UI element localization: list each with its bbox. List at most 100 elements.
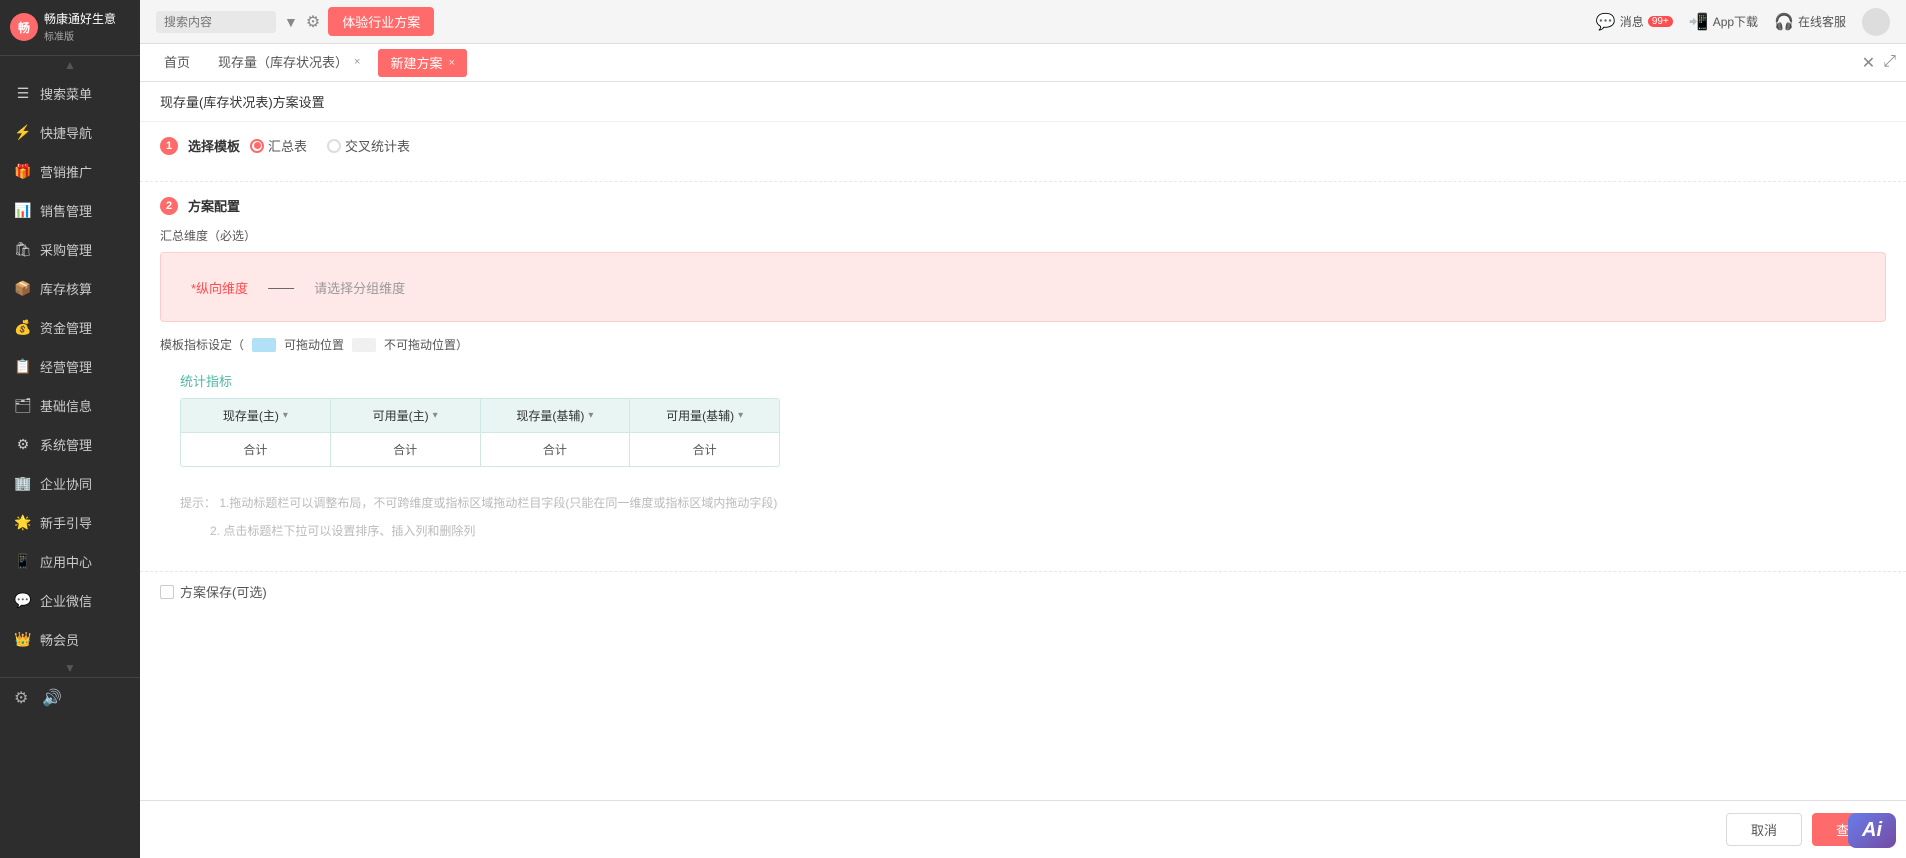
tab-inventory-close[interactable]: × — [354, 56, 360, 68]
sidebar-scroll-up[interactable]: ▲ — [0, 56, 140, 74]
save-option-row: 方案保存(可选) — [140, 572, 1906, 611]
stats-data-3: 合计 — [630, 432, 779, 466]
tab-new-plan-close[interactable]: × — [448, 57, 454, 69]
stats-col-2[interactable]: 现存量(基辅) ▾ — [481, 399, 631, 432]
step2-title: 方案配置 — [188, 196, 240, 215]
sidebar-item-label: 快捷导航 — [40, 123, 92, 142]
newbie-icon: 🌟 — [14, 513, 32, 531]
topbar-gear-icon[interactable]: ⚙ — [306, 12, 320, 32]
sidebar-item-label: 企业微信 — [40, 591, 92, 610]
content-panel: 现存量(库存状况表)方案设置 1 选择模板 汇总表 交叉统计表 — [140, 82, 1906, 800]
sidebar-item-marketing[interactable]: 🎁 营销推广 — [0, 152, 140, 191]
operation-icon: 📋 — [14, 357, 32, 375]
col-3-chevron: ▾ — [738, 410, 743, 421]
logo-text-block: 畅康通好生意 标准版 — [44, 12, 116, 43]
tab-home[interactable]: 首页 — [150, 44, 204, 82]
sidebar-item-search-menu[interactable]: ☰ 搜索菜单 — [0, 74, 140, 113]
app-download-icon: 📲 — [1689, 12, 1709, 32]
sidebar-item-label: 经营管理 — [40, 357, 92, 376]
stats-col-3[interactable]: 可用量(基辅) ▾ — [630, 399, 779, 432]
sidebar-item-system[interactable]: ⚙ 系统管理 — [0, 425, 140, 464]
ai-badge[interactable]: Ai — [1848, 813, 1896, 848]
radio-summary-label: 汇总表 — [268, 136, 307, 155]
topbar-search-input[interactable] — [156, 11, 276, 33]
save-checkbox[interactable] — [160, 585, 174, 599]
search-menu-icon: ☰ — [14, 84, 32, 102]
sidebar-item-operation[interactable]: 📋 经营管理 — [0, 347, 140, 386]
service-icon: 🎧 — [1774, 12, 1794, 32]
app-download-item[interactable]: 📲 App下载 — [1689, 12, 1758, 32]
step2-header: 2 方案配置 — [160, 196, 1886, 215]
wechat-icon: 💬 — [14, 591, 32, 609]
sidebar-item-quick-nav[interactable]: ⚡ 快捷导航 — [0, 113, 140, 152]
stats-col-1[interactable]: 可用量(主) ▾ — [331, 399, 481, 432]
stats-col-2-label: 现存量(基辅) — [516, 407, 584, 424]
step1-section: 1 选择模板 汇总表 交叉统计表 — [140, 122, 1906, 182]
sidebar-item-basic[interactable]: 🗂 基础信息 — [0, 386, 140, 425]
message-label: 消息 — [1620, 13, 1644, 30]
sidebar-item-inventory[interactable]: 📦 库存核算 — [0, 269, 140, 308]
audio-icon[interactable]: 🔊 — [42, 688, 62, 708]
app-name: 畅康通好生意 — [44, 12, 116, 28]
sidebar-item-purchase[interactable]: 🛍 采购管理 — [0, 230, 140, 269]
tab-expand-icon[interactable]: ⤢ — [1883, 53, 1896, 73]
hint-2: 2. 点击标题栏下拉可以设置排序、插入列和删除列 — [180, 519, 1866, 543]
stats-title: 统计指标 — [180, 371, 1866, 390]
vertical-dim-box[interactable]: *纵向维度 —— 请选择分组维度 — [160, 252, 1886, 322]
stats-col-0[interactable]: 现存量(主) ▾ — [181, 399, 331, 432]
topbar-dropdown-arrow[interactable]: ▼ — [284, 14, 298, 30]
tab-minimize-icon[interactable]: ✕ — [1862, 53, 1875, 73]
sidebar-item-app-center[interactable]: 📱 应用中心 — [0, 542, 140, 581]
topbar: ▼ ⚙ 体验行业方案 💬 消息 99+ 📲 App下载 🎧 在线客服 — [140, 0, 1906, 44]
radio-cross[interactable]: 交叉统计表 — [327, 136, 410, 155]
col-1-chevron: ▾ — [433, 410, 438, 421]
app-logo: 畅 畅康通好生意 标准版 — [0, 0, 140, 56]
step1-header: 1 选择模板 汇总表 交叉统计表 — [160, 136, 1886, 155]
stats-section: 统计指标 现存量(主) ▾ 可用量(主) ▾ 现存量(基辅) — [160, 361, 1886, 477]
message-badge: 99+ — [1648, 16, 1673, 27]
sidebar-scroll-down[interactable]: ▼ — [0, 659, 140, 677]
user-avatar[interactable] — [1862, 8, 1890, 36]
enterprise-icon: 🏢 — [14, 474, 32, 492]
sidebar-item-enterprise[interactable]: 🏢 企业协同 — [0, 464, 140, 503]
vertical-dim-placeholder: 请选择分组维度 — [314, 278, 405, 297]
stats-col-0-label: 现存量(主) — [223, 407, 279, 424]
non-draggable-label: 不可拖动位置） — [384, 336, 468, 353]
sidebar-item-newbie[interactable]: 🌟 新手引导 — [0, 503, 140, 542]
indicator-settings-label: 模板指标设定（ — [160, 336, 244, 353]
radio-cross-dot — [327, 139, 341, 153]
inventory-icon: 📦 — [14, 279, 32, 297]
finance-icon: 💰 — [14, 318, 32, 336]
tab-inventory[interactable]: 现存量（库存状况表） × — [204, 44, 374, 82]
vertical-dim-required: *纵向维度 — [191, 278, 248, 297]
app-download-label: App下载 — [1713, 13, 1758, 30]
action-bar: 取消 查询 — [140, 800, 1906, 858]
tabs-bar: 首页 现存量（库存状况表） × 新建方案 × ✕ ⤢ — [140, 44, 1906, 82]
stats-col-1-label: 可用量(主) — [373, 407, 429, 424]
panel-title: 现存量(库存状况表)方案设置 — [140, 82, 1906, 122]
step1-number: 1 — [160, 137, 178, 155]
radio-summary-dot — [250, 139, 264, 153]
radio-summary[interactable]: 汇总表 — [250, 136, 307, 155]
cancel-button[interactable]: 取消 — [1726, 813, 1802, 846]
tab-new-plan-label: 新建方案 — [390, 53, 442, 72]
sidebar-item-member[interactable]: 👑 畅会员 — [0, 620, 140, 659]
online-service-item[interactable]: 🎧 在线客服 — [1774, 12, 1846, 32]
sidebar-item-finance[interactable]: 💰 资金管理 — [0, 308, 140, 347]
tab-new-plan[interactable]: 新建方案 × — [378, 49, 466, 77]
logo-icon: 畅 — [10, 13, 38, 41]
stats-table: 现存量(主) ▾ 可用量(主) ▾ 现存量(基辅) ▾ 可用量(基辅) — [180, 398, 780, 467]
industry-plan-button[interactable]: 体验行业方案 — [328, 7, 434, 36]
sales-icon: 📊 — [14, 201, 32, 219]
settings-icon[interactable]: ⚙ — [14, 688, 28, 708]
online-service-label: 在线客服 — [1798, 13, 1846, 30]
app-center-icon: 📱 — [14, 552, 32, 570]
sidebar-item-wechat[interactable]: 💬 企业微信 — [0, 581, 140, 620]
stats-header-row: 现存量(主) ▾ 可用量(主) ▾ 现存量(基辅) ▾ 可用量(基辅) — [181, 399, 779, 432]
message-item[interactable]: 💬 消息 99+ — [1596, 12, 1673, 32]
stats-data-2: 合计 — [481, 432, 631, 466]
purchase-icon: 🛍 — [14, 240, 32, 258]
basic-icon: 🗂 — [14, 396, 32, 414]
sidebar-item-label: 搜索菜单 — [40, 84, 92, 103]
sidebar-item-sales[interactable]: 📊 销售管理 — [0, 191, 140, 230]
